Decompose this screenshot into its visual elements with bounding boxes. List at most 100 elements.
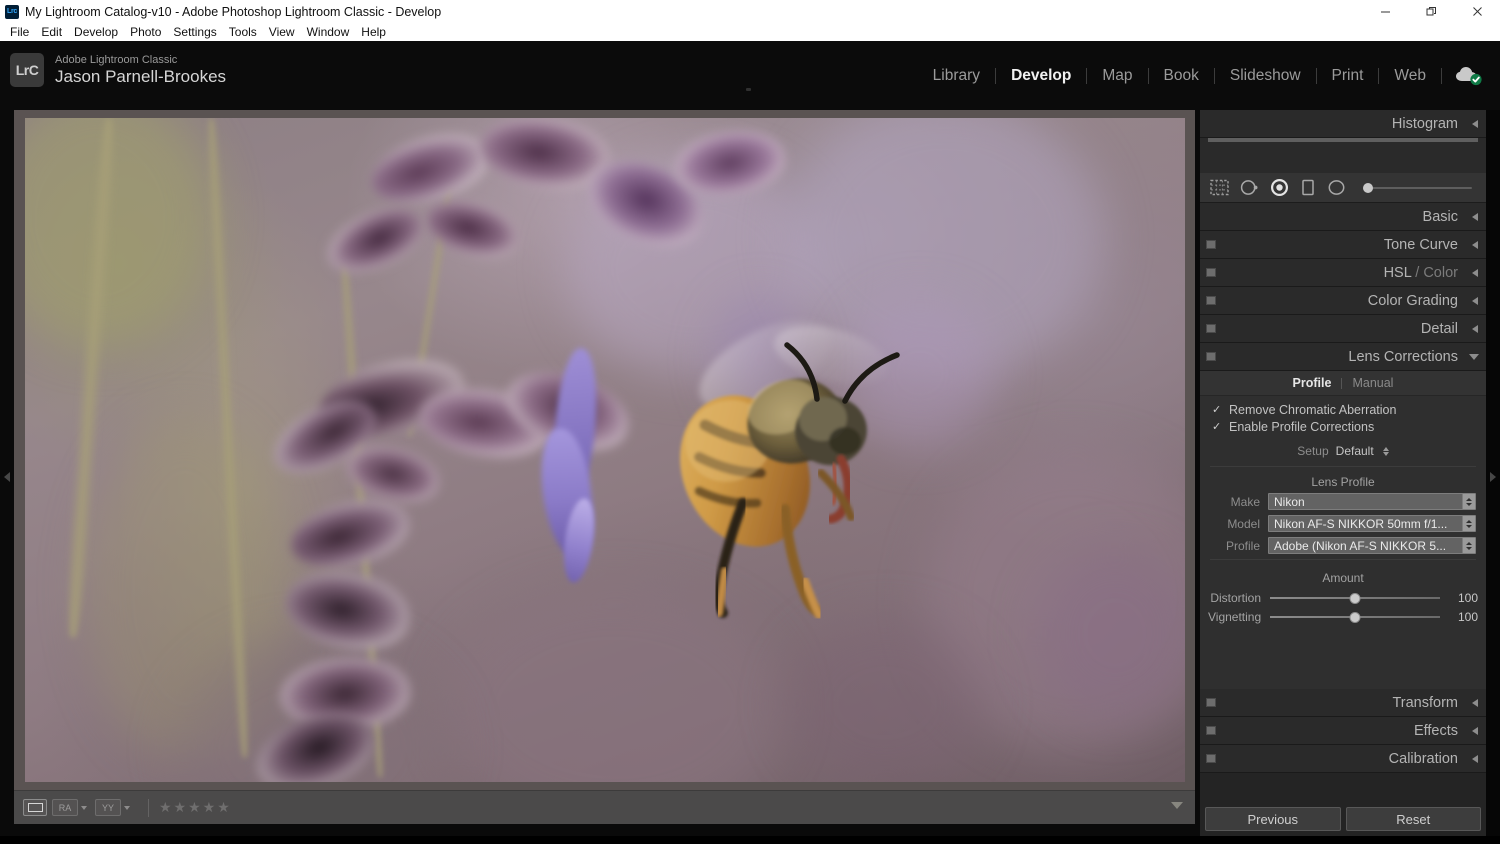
section-header-tone-curve[interactable]: Tone Curve <box>1200 231 1486 259</box>
chevron-left-icon[interactable] <box>1472 699 1478 707</box>
triangle-right-icon <box>1490 472 1496 482</box>
setup-stepper-icon[interactable] <box>1382 446 1389 456</box>
section-switch-calibration[interactable] <box>1206 754 1216 763</box>
graduated-filter-icon[interactable] <box>1300 179 1316 196</box>
section-header-basic[interactable]: Basic <box>1200 203 1486 231</box>
image-canvas[interactable] <box>14 110 1195 790</box>
menu-tools[interactable]: Tools <box>223 24 263 40</box>
setup-row: Setup Default <box>1200 442 1486 464</box>
menu-help[interactable]: Help <box>355 24 392 40</box>
chevron-left-icon[interactable] <box>1472 213 1478 221</box>
chevron-left-icon[interactable] <box>1472 269 1478 277</box>
vignetting-value[interactable]: 100 <box>1440 610 1478 624</box>
select-stepper-icon[interactable] <box>1462 516 1475 531</box>
spot-removal-icon[interactable] <box>1240 179 1259 196</box>
survey-view-caret-icon[interactable] <box>124 805 130 810</box>
chevron-left-icon[interactable] <box>1472 727 1478 735</box>
restore-button[interactable] <box>1408 0 1454 23</box>
red-eye-correction-icon[interactable] <box>1270 179 1289 196</box>
module-web[interactable]: Web <box>1379 65 1441 87</box>
module-slideshow[interactable]: Slideshow <box>1215 65 1316 87</box>
module-library[interactable]: Library <box>918 65 995 87</box>
section-label-tone-curve: Tone Curve <box>1383 236 1458 253</box>
section-switch-tone-curve[interactable] <box>1206 240 1216 249</box>
lens-model-select[interactable]: Nikon AF-S NIKKOR 50mm f/1... <box>1268 515 1476 532</box>
section-header-histogram[interactable]: Histogram <box>1200 110 1486 138</box>
minimize-button[interactable] <box>1362 0 1408 23</box>
slider-knob[interactable] <box>1349 593 1361 604</box>
menu-settings[interactable]: Settings <box>167 24 222 40</box>
section-switch-effects[interactable] <box>1206 726 1216 735</box>
section-switch-transform[interactable] <box>1206 698 1216 707</box>
slider-knob[interactable] <box>1363 182 1373 193</box>
section-switch-color-grading[interactable] <box>1206 296 1216 305</box>
chevron-left-icon[interactable] <box>1472 297 1478 305</box>
menu-bar: File Edit Develop Photo Settings Tools V… <box>0 23 1500 41</box>
toolbar-overflow-chevron-down-icon[interactable] <box>1171 802 1183 809</box>
checkbox-enable-profile-corrections[interactable]: ✓ Enable Profile Corrections <box>1212 420 1486 434</box>
distortion-slider[interactable] <box>1270 592 1440 604</box>
chevron-left-icon[interactable] <box>1472 755 1478 763</box>
star-rating[interactable]: ★★★★★ <box>159 799 232 816</box>
crop-overlay-icon[interactable] <box>1210 179 1229 196</box>
sync-status-button[interactable] <box>1454 65 1484 87</box>
radial-filter-icon[interactable] <box>1327 179 1346 196</box>
menu-window[interactable]: Window <box>301 24 356 40</box>
section-header-detail[interactable]: Detail <box>1200 315 1486 343</box>
chevron-left-icon[interactable] <box>1472 325 1478 333</box>
select-stepper-icon[interactable] <box>1462 494 1475 509</box>
module-develop[interactable]: Develop <box>996 65 1086 87</box>
checkbox-remove-chromatic-aberration[interactable]: ✓ Remove Chromatic Aberration <box>1212 403 1486 417</box>
compare-view-button[interactable]: RA <box>52 799 78 816</box>
module-book[interactable]: Book <box>1149 65 1214 87</box>
menu-develop[interactable]: Develop <box>68 24 124 40</box>
close-button[interactable] <box>1454 0 1500 23</box>
lens-make-value: Nikon <box>1274 494 1305 509</box>
menu-view[interactable]: View <box>263 24 301 40</box>
setup-label: Setup <box>1297 444 1329 458</box>
compare-view-caret-icon[interactable] <box>81 805 87 810</box>
section-switch-hsl-color[interactable] <box>1206 268 1216 277</box>
histogram-graph[interactable] <box>1200 138 1486 173</box>
loupe-view-button[interactable] <box>23 799 47 816</box>
photo-preview[interactable] <box>24 118 1185 782</box>
section-header-color-grading[interactable]: Color Grading <box>1200 287 1486 315</box>
module-map[interactable]: Map <box>1087 65 1147 87</box>
lens-profile-select[interactable]: Adobe (Nikon AF-S NIKKOR 5... <box>1268 537 1476 554</box>
section-header-hsl-color[interactable]: HSL / Color <box>1200 259 1486 287</box>
honeybee <box>679 319 900 619</box>
identity-plate[interactable]: LrC Adobe Lightroom Classic Jason Parnel… <box>10 53 226 87</box>
chevron-left-icon[interactable] <box>1472 120 1478 128</box>
section-header-calibration[interactable]: Calibration <box>1200 745 1486 773</box>
module-separator <box>1441 68 1442 84</box>
chevron-left-icon[interactable] <box>1472 241 1478 249</box>
right-panel-toggle[interactable] <box>1486 110 1500 844</box>
tab-profile[interactable]: Profile <box>1283 376 1342 390</box>
slider-knob[interactable] <box>1349 612 1361 623</box>
tab-manual[interactable]: Manual <box>1342 376 1403 390</box>
section-header-lens-corrections[interactable]: Lens Corrections <box>1200 343 1486 371</box>
reset-button[interactable]: Reset <box>1345 807 1481 831</box>
header-drag-handle[interactable] <box>746 88 751 91</box>
tool-amount-slider[interactable] <box>1363 182 1476 193</box>
lightroom-header: LrC Adobe Lightroom Classic Jason Parnel… <box>0 41 1500 110</box>
lens-make-select[interactable]: Nikon <box>1268 493 1476 510</box>
module-print[interactable]: Print <box>1317 65 1379 87</box>
menu-file[interactable]: File <box>4 24 35 40</box>
section-header-transform[interactable]: Transform <box>1200 689 1486 717</box>
chevron-down-icon[interactable] <box>1469 354 1479 360</box>
left-panel-toggle[interactable] <box>0 110 14 844</box>
section-label-transform: Transform <box>1392 694 1458 711</box>
distortion-value[interactable]: 100 <box>1440 591 1478 605</box>
section-switch-lens-corrections[interactable] <box>1206 352 1216 361</box>
section-header-effects[interactable]: Effects <box>1200 717 1486 745</box>
menu-photo[interactable]: Photo <box>124 24 167 40</box>
menu-edit[interactable]: Edit <box>35 24 68 40</box>
survey-view-button[interactable]: YY <box>95 799 121 816</box>
select-stepper-icon[interactable] <box>1462 538 1475 553</box>
setup-value[interactable]: Default <box>1336 444 1374 458</box>
bokeh-blob <box>1034 548 1185 718</box>
previous-button[interactable]: Previous <box>1205 807 1341 831</box>
vignetting-slider[interactable] <box>1270 611 1440 623</box>
section-switch-detail[interactable] <box>1206 324 1216 333</box>
